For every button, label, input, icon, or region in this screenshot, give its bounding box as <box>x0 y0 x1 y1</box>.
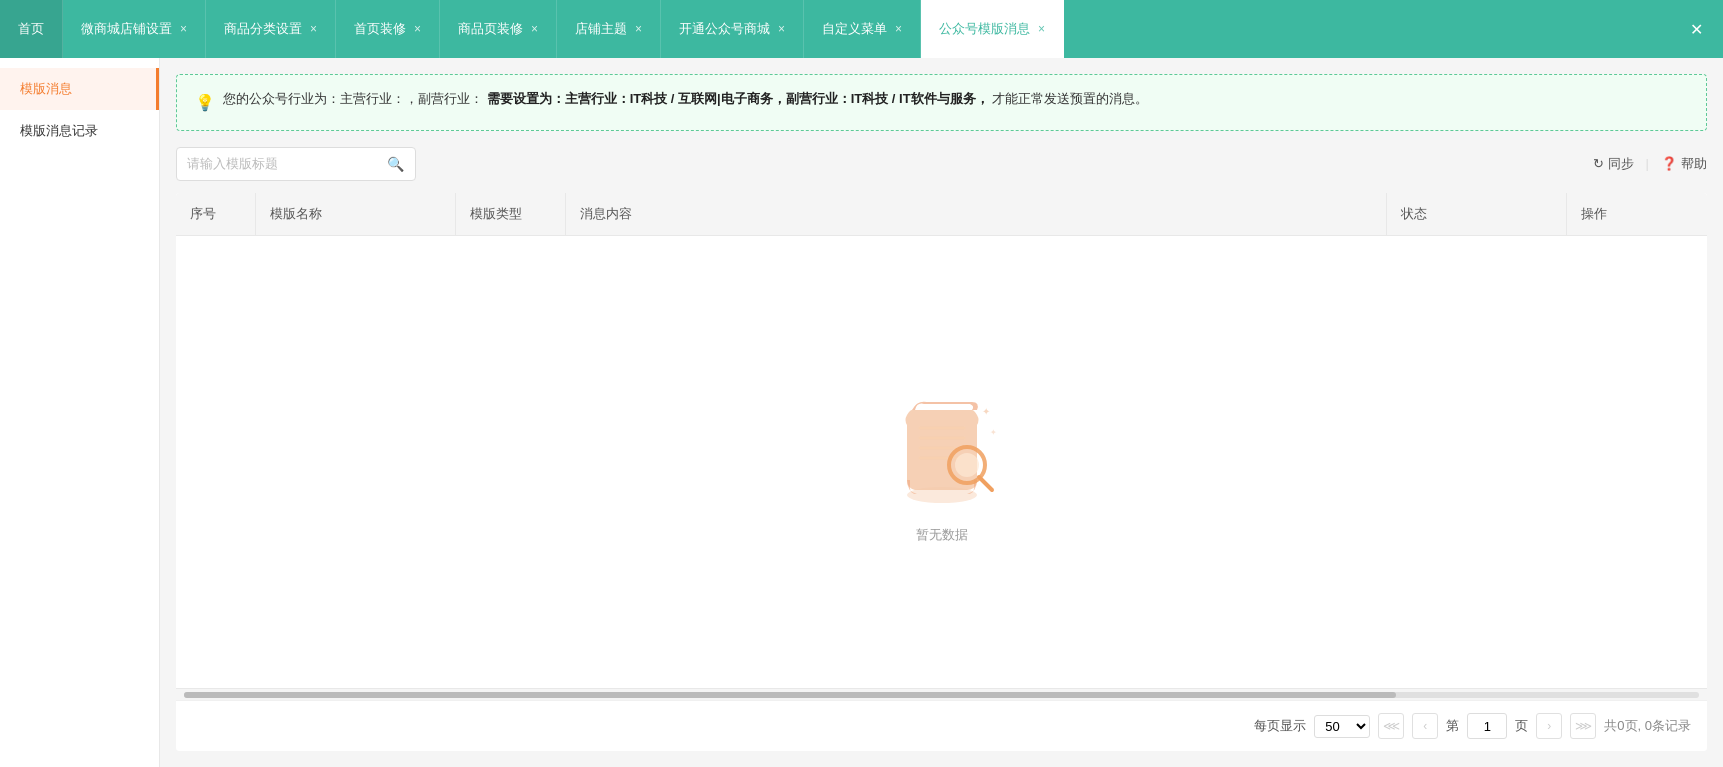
svg-text:✦: ✦ <box>990 428 997 437</box>
help-label: 帮助 <box>1681 155 1707 173</box>
tab-custom-menu[interactable]: 自定义菜单 × <box>804 0 921 58</box>
next-page-button[interactable]: › <box>1536 713 1562 739</box>
help-icon: ❓ <box>1661 156 1677 171</box>
empty-state-icon: ✦ ✦ <box>882 380 1002 510</box>
col-header-action: 操作 <box>1567 193 1707 235</box>
current-page-input[interactable] <box>1467 713 1507 739</box>
toolbar-right: ↻ 同步 | ❓ 帮助 <box>1593 155 1707 173</box>
svg-point-6 <box>955 453 979 477</box>
tab-open-mall[interactable]: 开通公众号商城 × <box>661 0 804 58</box>
sync-button[interactable]: ↻ 同步 <box>1593 155 1634 173</box>
col-header-seq: 序号 <box>176 193 256 235</box>
col-header-content: 消息内容 <box>566 193 1387 235</box>
tab-open-mall-label: 开通公众号商城 <box>679 20 770 38</box>
sidebar-item-template-record-label: 模版消息记录 <box>20 123 98 138</box>
page-size-select[interactable]: 50 10 20 100 <box>1314 715 1370 738</box>
sidebar-item-template-msg-label: 模版消息 <box>20 81 72 96</box>
toolbar: 🔍 ↻ 同步 | ❓ 帮助 <box>176 147 1707 181</box>
tab-home-label: 首页 <box>18 20 44 38</box>
scrollbar-track[interactable] <box>184 692 1699 698</box>
tab-custom-menu-close[interactable]: × <box>895 22 902 36</box>
sidebar-item-template-record[interactable]: 模版消息记录 <box>0 110 159 152</box>
toolbar-divider: | <box>1646 156 1649 171</box>
prev-page-button[interactable]: ‹ <box>1412 713 1438 739</box>
main-layout: 模版消息 模版消息记录 💡 您的公众号行业为：主营行业：，副营行业： 需要设置为… <box>0 58 1723 767</box>
sidebar-item-template-msg[interactable]: 模版消息 <box>0 68 159 110</box>
notice-prefix: 您的公众号行业为：主营行业：，副营行业： <box>223 91 483 106</box>
tab-wechat-shop-close[interactable]: × <box>180 22 187 36</box>
tab-wechat-shop[interactable]: 微商城店铺设置 × <box>63 0 206 58</box>
search-input[interactable] <box>187 156 387 171</box>
col-header-name: 模版名称 <box>256 193 456 235</box>
tab-product-dec-close[interactable]: × <box>531 22 538 36</box>
empty-state-text: 暂无数据 <box>916 526 968 544</box>
tab-open-mall-close[interactable]: × <box>778 22 785 36</box>
tab-home[interactable]: 首页 <box>0 0 63 58</box>
sync-icon: ↻ <box>1593 156 1604 171</box>
tab-homepage-dec[interactable]: 首页装修 × <box>336 0 440 58</box>
first-page-button[interactable]: ⋘ <box>1378 713 1404 739</box>
notice-text: 您的公众号行业为：主营行业：，副营行业： 需要设置为：主营行业：IT科技 / 互… <box>223 89 1148 110</box>
search-box[interactable]: 🔍 <box>176 147 416 181</box>
top-navigation: 首页 微商城店铺设置 × 商品分类设置 × 首页装修 × 商品页装修 × 店铺主… <box>0 0 1723 58</box>
tab-product-dec-label: 商品页装修 <box>458 20 523 38</box>
tab-template-msg[interactable]: 公众号模版消息 × <box>921 0 1064 58</box>
svg-line-7 <box>979 477 992 490</box>
tab-shop-theme-close[interactable]: × <box>635 22 642 36</box>
tab-category-close[interactable]: × <box>310 22 317 36</box>
page-label-suffix: 页 <box>1515 717 1528 735</box>
notice-suffix: 才能正常发送预置的消息。 <box>992 91 1148 106</box>
tab-custom-menu-label: 自定义菜单 <box>822 20 887 38</box>
scrollbar-area[interactable] <box>176 688 1707 700</box>
tab-homepage-dec-close[interactable]: × <box>414 22 421 36</box>
table-container: 序号 模版名称 模版类型 消息内容 状态 操作 <box>176 193 1707 751</box>
col-header-type: 模版类型 <box>456 193 566 235</box>
empty-state: ✦ ✦ 暂无数据 <box>176 236 1707 688</box>
sync-label: 同步 <box>1608 155 1634 173</box>
notice-icon: 💡 <box>195 90 215 116</box>
tab-template-msg-label: 公众号模版消息 <box>939 20 1030 38</box>
pagination: 每页显示 50 10 20 100 ⋘ ‹ 第 页 › ⋙ 共0页, 0条记录 <box>176 700 1707 751</box>
tab-homepage-dec-label: 首页装修 <box>354 20 406 38</box>
search-icon[interactable]: 🔍 <box>387 156 404 172</box>
scrollbar-thumb[interactable] <box>184 692 1396 698</box>
global-close-button[interactable]: ✕ <box>1670 0 1723 58</box>
tab-wechat-shop-label: 微商城店铺设置 <box>81 20 172 38</box>
col-header-status: 状态 <box>1387 193 1567 235</box>
sidebar: 模版消息 模版消息记录 <box>0 58 160 767</box>
last-page-button[interactable]: ⋙ <box>1570 713 1596 739</box>
content-area: 💡 您的公众号行业为：主营行业：，副营行业： 需要设置为：主营行业：IT科技 /… <box>160 58 1723 767</box>
table-header: 序号 模版名称 模版类型 消息内容 状态 操作 <box>176 193 1707 236</box>
page-label-prefix: 第 <box>1446 717 1459 735</box>
total-info: 共0页, 0条记录 <box>1604 717 1691 735</box>
help-button[interactable]: ❓ 帮助 <box>1661 155 1707 173</box>
tab-category[interactable]: 商品分类设置 × <box>206 0 336 58</box>
tab-shop-theme[interactable]: 店铺主题 × <box>557 0 661 58</box>
svg-text:✦: ✦ <box>982 406 990 417</box>
tab-category-label: 商品分类设置 <box>224 20 302 38</box>
tab-shop-theme-label: 店铺主题 <box>575 20 627 38</box>
tab-product-dec[interactable]: 商品页装修 × <box>440 0 557 58</box>
page-size-label: 每页显示 <box>1254 717 1306 735</box>
notice-banner: 💡 您的公众号行业为：主营行业：，副营行业： 需要设置为：主营行业：IT科技 /… <box>176 74 1707 131</box>
notice-highlight: 需要设置为：主营行业：IT科技 / 互联网|电子商务，副营行业：IT科技 / I… <box>487 91 989 106</box>
tab-template-msg-close[interactable]: × <box>1038 22 1045 36</box>
